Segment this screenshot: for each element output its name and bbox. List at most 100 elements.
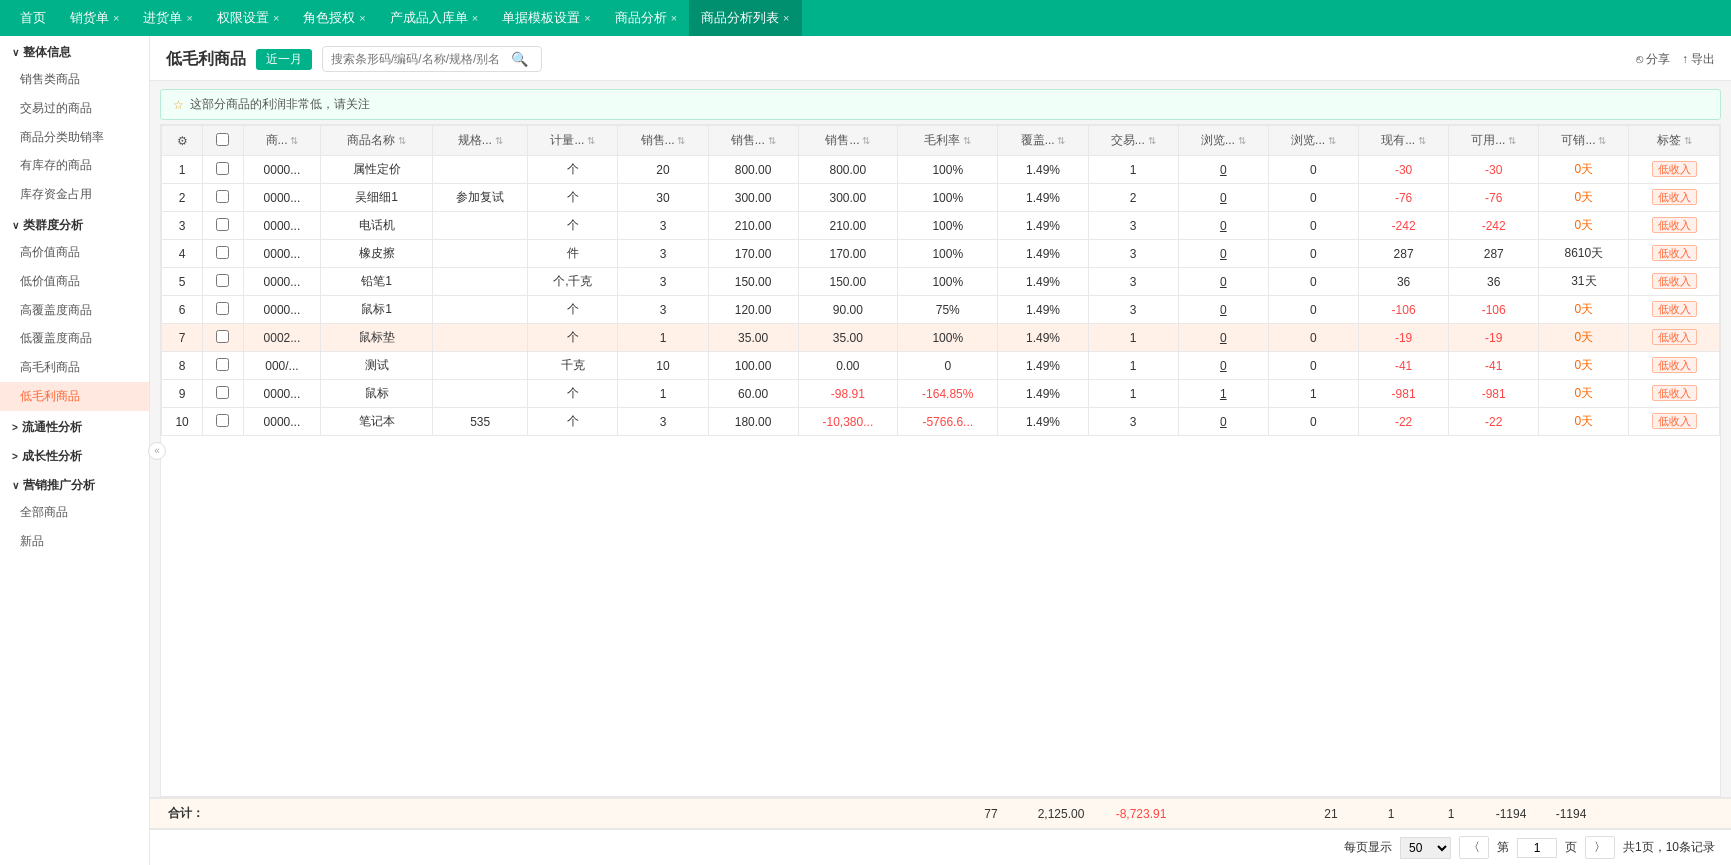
col-header-current_stock[interactable]: 现有... ⇅: [1359, 126, 1449, 156]
sidebar-item-有库存的商品[interactable]: 有库存的商品: [0, 151, 149, 180]
cell-checkbox[interactable]: [203, 380, 244, 408]
nav-item-销货单[interactable]: 销货单×: [58, 0, 131, 36]
sort-icon[interactable]: ⇅: [1235, 135, 1246, 146]
close-tab-icon[interactable]: ×: [783, 12, 789, 24]
nav-item-进货单[interactable]: 进货单×: [131, 0, 204, 36]
sidebar-group-整体信息[interactable]: ∨整体信息: [0, 36, 149, 65]
cell-checkbox[interactable]: [203, 408, 244, 436]
sort-icon[interactable]: ⇅: [1505, 135, 1516, 146]
col-header-sales_amount[interactable]: 销售... ⇅: [708, 126, 798, 156]
row-checkbox[interactable]: [216, 302, 229, 315]
cell-checkbox[interactable]: [203, 240, 244, 268]
nav-item-商品分析列表[interactable]: 商品分析列表×: [689, 0, 801, 36]
sidebar-collapse-btn[interactable]: «: [148, 442, 166, 460]
page-number-input[interactable]: [1517, 838, 1557, 858]
row-checkbox[interactable]: [216, 218, 229, 231]
row-checkbox[interactable]: [216, 330, 229, 343]
cell-checkbox[interactable]: [203, 184, 244, 212]
next-page-btn[interactable]: 〉: [1585, 836, 1615, 859]
nav-item-角色授权[interactable]: 角色授权×: [291, 0, 377, 36]
nav-item-单据模板设置[interactable]: 单据模板设置×: [490, 0, 602, 36]
nav-item-权限设置[interactable]: 权限设置×: [205, 0, 291, 36]
sidebar-item-全部商品[interactable]: 全部商品: [0, 498, 149, 527]
row-checkbox[interactable]: [216, 274, 229, 287]
sidebar-item-库存资金占用[interactable]: 库存资金占用: [0, 180, 149, 209]
close-tab-icon[interactable]: ×: [472, 12, 478, 24]
sidebar-item-低毛利商品[interactable]: 低毛利商品: [0, 382, 149, 411]
sidebar-group-流通性分析[interactable]: >流通性分析: [0, 411, 149, 440]
sort-icon[interactable]: ⇅: [1055, 135, 1066, 146]
sort-icon[interactable]: ⇅: [584, 135, 595, 146]
col-header-tag[interactable]: 标签 ⇅: [1629, 126, 1720, 156]
cell-views1[interactable]: 0: [1178, 268, 1268, 296]
prev-page-btn[interactable]: 〈: [1459, 836, 1489, 859]
cell-checkbox[interactable]: [203, 352, 244, 380]
row-checkbox[interactable]: [216, 190, 229, 203]
page-size-select[interactable]: 50 20 100: [1400, 837, 1451, 859]
search-input[interactable]: [331, 52, 511, 66]
cell-views1[interactable]: 0: [1178, 212, 1268, 240]
settings-icon[interactable]: ⚙: [177, 134, 188, 148]
col-header-views2[interactable]: 浏览... ⇅: [1268, 126, 1358, 156]
cell-checkbox[interactable]: [203, 156, 244, 184]
row-checkbox[interactable]: [216, 246, 229, 259]
sidebar-item-商品分类助销率[interactable]: 商品分类助销率: [0, 123, 149, 152]
sidebar-item-低覆盖度商品[interactable]: 低覆盖度商品: [0, 324, 149, 353]
sort-icon[interactable]: ⇅: [1325, 135, 1336, 146]
close-tab-icon[interactable]: ×: [584, 12, 590, 24]
sort-icon[interactable]: ⇅: [859, 135, 870, 146]
sidebar-item-低价值商品[interactable]: 低价值商品: [0, 267, 149, 296]
cell-views1[interactable]: 0: [1178, 352, 1268, 380]
col-header-views1[interactable]: 浏览... ⇅: [1178, 126, 1268, 156]
cell-views1[interactable]: 0: [1178, 296, 1268, 324]
col-header-saleable_days[interactable]: 可销... ⇅: [1539, 126, 1629, 156]
cell-views1[interactable]: 0: [1178, 408, 1268, 436]
sort-icon[interactable]: ⇅: [395, 135, 406, 146]
col-header-spec[interactable]: 规格... ⇅: [433, 126, 528, 156]
row-checkbox[interactable]: [216, 386, 229, 399]
cell-views1[interactable]: 1: [1178, 380, 1268, 408]
row-checkbox[interactable]: [216, 414, 229, 427]
col-header-name[interactable]: 商品名称 ⇅: [321, 126, 433, 156]
views-link[interactable]: 0: [1220, 163, 1227, 177]
cell-views1[interactable]: 0: [1178, 156, 1268, 184]
nav-item-产成品入库单[interactable]: 产成品入库单×: [378, 0, 490, 36]
export-button[interactable]: ↑ 导出: [1682, 51, 1715, 68]
search-icon[interactable]: 🔍: [511, 51, 528, 67]
col-header-unit[interactable]: 计量... ⇅: [528, 126, 618, 156]
col-header-coverage[interactable]: 覆盖... ⇅: [998, 126, 1088, 156]
views-link[interactable]: 0: [1220, 303, 1227, 317]
col-header-sales_profit[interactable]: 销售... ⇅: [798, 126, 897, 156]
close-tab-icon[interactable]: ×: [186, 12, 192, 24]
sort-icon[interactable]: ⇅: [1415, 135, 1426, 146]
sort-icon[interactable]: ⇅: [675, 135, 686, 146]
close-tab-icon[interactable]: ×: [273, 12, 279, 24]
date-filter-badge[interactable]: 近一月: [256, 49, 312, 70]
sidebar-group-类群度分析[interactable]: ∨类群度分析: [0, 209, 149, 238]
sort-icon[interactable]: ⇅: [1681, 135, 1692, 146]
col-header-code[interactable]: 商... ⇅: [243, 126, 321, 156]
nav-item-商品分析[interactable]: 商品分析×: [603, 0, 689, 36]
sidebar-item-交易过的商品[interactable]: 交易过的商品: [0, 94, 149, 123]
col-header-checkbox[interactable]: [203, 126, 244, 156]
views-link[interactable]: 0: [1220, 359, 1227, 373]
cell-checkbox[interactable]: [203, 296, 244, 324]
row-checkbox[interactable]: [216, 162, 229, 175]
sort-icon[interactable]: ⇅: [1145, 135, 1156, 146]
sort-icon[interactable]: ⇅: [492, 135, 503, 146]
sidebar-item-新品[interactable]: 新品: [0, 527, 149, 556]
views-link[interactable]: 0: [1220, 331, 1227, 345]
sidebar-group-成长性分析[interactable]: >成长性分析: [0, 440, 149, 469]
share-button[interactable]: ⎋ 分享: [1636, 51, 1670, 68]
close-tab-icon[interactable]: ×: [113, 12, 119, 24]
views-link[interactable]: 0: [1220, 191, 1227, 205]
col-header-sales_qty[interactable]: 销售... ⇅: [618, 126, 708, 156]
views-link[interactable]: 0: [1220, 415, 1227, 429]
cell-checkbox[interactable]: [203, 268, 244, 296]
views-link[interactable]: 0: [1220, 219, 1227, 233]
views-link[interactable]: 0: [1220, 275, 1227, 289]
sidebar-group-营销推广分析[interactable]: ∨营销推广分析: [0, 469, 149, 498]
sidebar-item-高价值商品[interactable]: 高价值商品: [0, 238, 149, 267]
close-tab-icon[interactable]: ×: [671, 12, 677, 24]
cell-views1[interactable]: 0: [1178, 184, 1268, 212]
